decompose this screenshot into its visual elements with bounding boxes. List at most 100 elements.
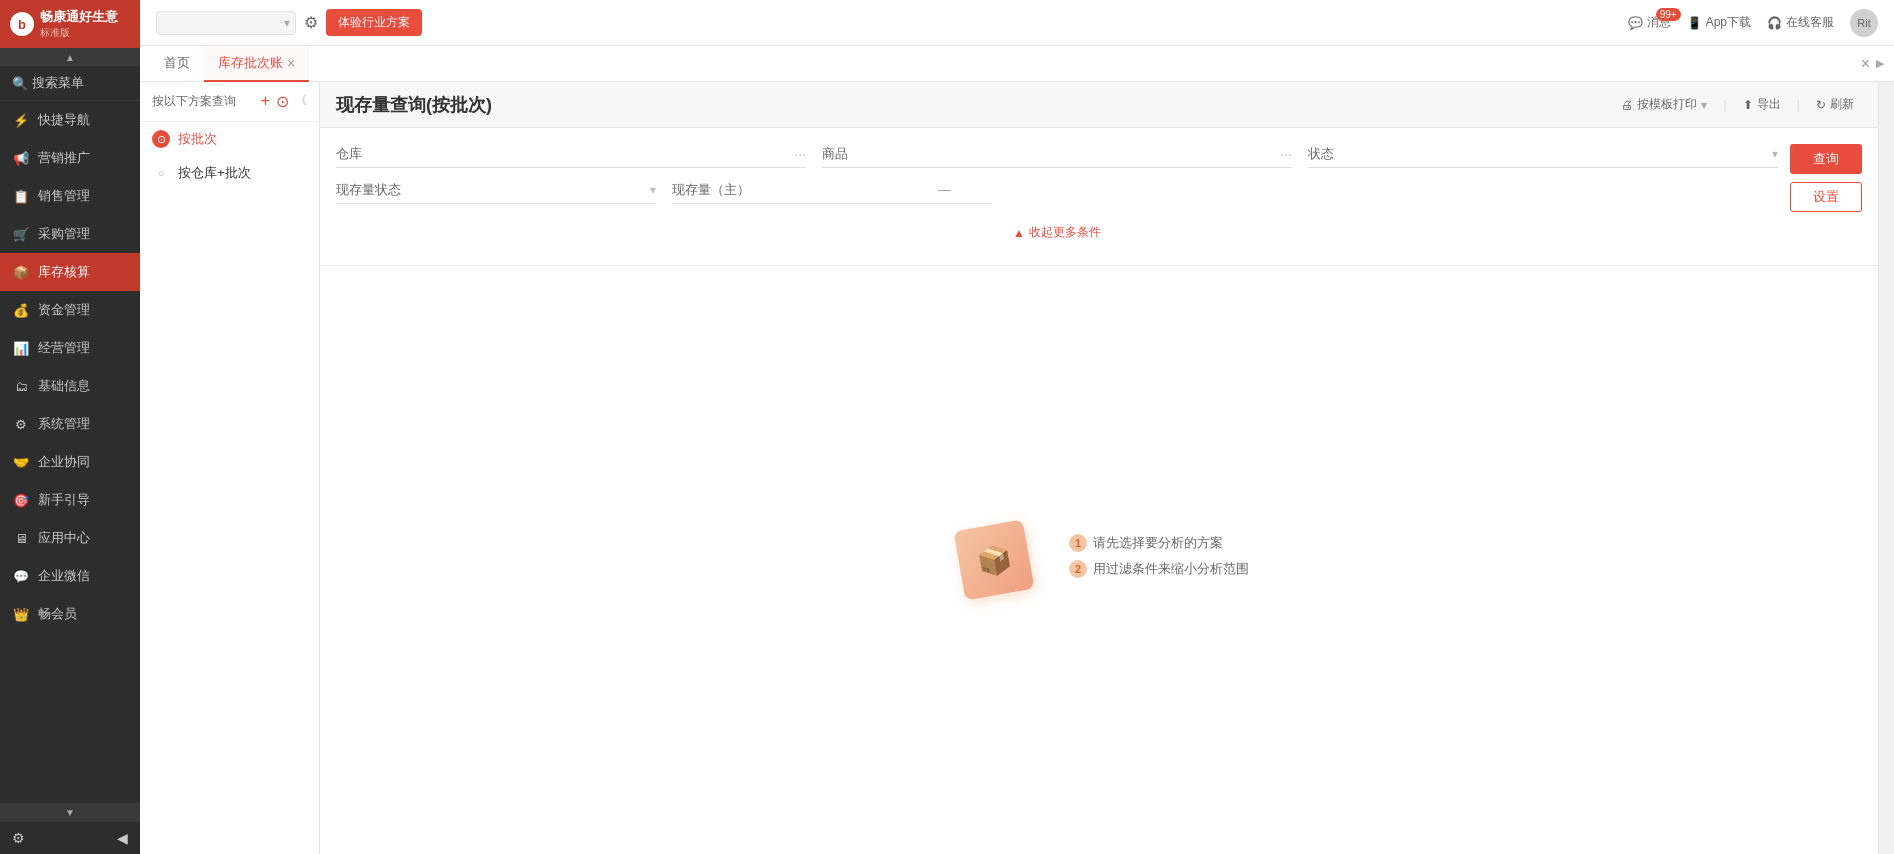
scheme-item-by-batch[interactable]: ⊙ 按批次 (140, 122, 319, 156)
goods-dots[interactable]: ··· (1280, 146, 1292, 162)
purchase-icon: 🛒 (12, 225, 30, 243)
refresh-btn[interactable]: ↻ 刷新 (1808, 92, 1862, 117)
filter-row-2: 现存量状态 ▾ 现存量（主） — (336, 180, 1778, 204)
inventory-status-label: 现存量状态 (336, 181, 401, 199)
tab-home[interactable]: 首页 (150, 46, 204, 82)
topbar-gear-icon[interactable]: ⚙ (304, 13, 318, 32)
print-dropdown-icon: ▾ (1701, 98, 1707, 112)
user-avatar-btn[interactable]: Rit (1850, 9, 1878, 37)
filter-row-1: 仓库 ··· 商品 ··· 状态 ▾ (336, 144, 1778, 168)
sidebar-item-basic-info[interactable]: 🗂 基础信息 (0, 367, 140, 405)
settings-btn[interactable]: 设置 (1790, 182, 1862, 212)
action-divider: | (1723, 97, 1726, 112)
tab-inventory-batch[interactable]: 库存批次账 × (204, 46, 309, 82)
scheme-active-icon: ⊙ (152, 130, 170, 148)
warehouse-dots[interactable]: ··· (794, 146, 806, 162)
sidebar-footer: ⚙ ◀ (0, 821, 140, 854)
query-btn[interactable]: 查询 (1790, 144, 1862, 174)
messages-btn[interactable]: 💬 消息 99+ (1628, 14, 1671, 31)
action-divider2: | (1797, 97, 1800, 112)
sidebar-item-app-center[interactable]: 🖥 应用中心 (0, 519, 140, 557)
sidebar-item-marketing[interactable]: 📢 营销推广 (0, 139, 140, 177)
panel-close-btn[interactable]: × (1861, 55, 1870, 73)
user-name-short: Rit (1857, 17, 1870, 29)
sidebar-item-label: 营销推广 (38, 149, 90, 167)
sidebar-item-label: 快捷导航 (38, 111, 90, 129)
sidebar-item-label: 经营管理 (38, 339, 90, 357)
sidebar-item-inventory[interactable]: 📦 库存核算 (0, 253, 140, 291)
inventory-qty-max[interactable] (959, 180, 1135, 199)
status-input[interactable] (1338, 144, 1768, 163)
collapse-up-icon: ▲ (1013, 226, 1025, 240)
sidebar-item-finance[interactable]: 💰 资金管理 (0, 291, 140, 329)
print-icon: 🖨 (1621, 98, 1633, 112)
sidebar-item-purchase[interactable]: 🛒 采购管理 (0, 215, 140, 253)
sidebar-search-label: 搜索菜单 (32, 74, 84, 92)
sidebar-item-sales[interactable]: 📋 销售管理 (0, 177, 140, 215)
customer-service-btn[interactable]: 🎧 在线客服 (1767, 14, 1834, 31)
app-title: 畅康通好生意 (40, 8, 118, 26)
export-icon: ⬆ (1743, 98, 1753, 112)
app-header-text: 畅康通好生意 标准版 (40, 8, 118, 40)
sidebar-item-enterprise-wx[interactable]: 💬 企业微信 (0, 557, 140, 595)
sidebar-item-label: 资金管理 (38, 301, 90, 319)
print-btn[interactable]: 🖨 按模板打印 ▾ (1613, 92, 1715, 117)
add-scheme-icon[interactable]: + (261, 92, 270, 111)
tab-scroll-icon[interactable]: ▶ (1876, 57, 1884, 70)
search-icon: 🔍 (12, 76, 28, 91)
quick-nav-icon: ⚡ (12, 111, 30, 129)
sidebar-scroll-up[interactable]: ▲ (0, 48, 140, 66)
sidebar-item-label: 企业微信 (38, 567, 90, 585)
warehouse-input[interactable] (366, 144, 790, 163)
inventory-status-col: 现存量状态 ▾ (336, 180, 656, 204)
status-arrow: ▾ (1772, 147, 1778, 161)
goods-input[interactable] (852, 144, 1276, 163)
filter-collapse-btn[interactable]: ▲ 收起更多条件 (336, 216, 1778, 249)
sidebar-item-system[interactable]: ⚙ 系统管理 (0, 405, 140, 443)
left-panel: 按以下方案查询 + ⊙ 《 ⊙ 按批次 ○ 按仓库+批次 (140, 82, 320, 854)
left-panel-header: 按以下方案查询 + ⊙ 《 (140, 82, 319, 122)
footer-collapse-icon[interactable]: ◀ (117, 830, 128, 846)
empty-tips: 1 请先选择要分析的方案 2 用过滤条件来缩小分析范围 (1069, 534, 1249, 586)
dropdown-icon: ▾ (284, 16, 290, 30)
inventory-status-input[interactable] (405, 180, 646, 199)
sidebar-scroll-down[interactable]: ▼ (0, 803, 140, 821)
message-icon: 💬 (1628, 16, 1643, 30)
goods-filter-col: 商品 ··· (822, 144, 1292, 168)
sidebar-item-label: 企业协同 (38, 453, 90, 471)
sidebar-item-newbie[interactable]: 🎯 新手引导 (0, 481, 140, 519)
scheme-settings-icon[interactable]: ⊙ (276, 92, 289, 111)
enterprise-collab-icon: 🤝 (12, 453, 30, 471)
sidebar-item-quick-nav[interactable]: ⚡ 快捷导航 (0, 101, 140, 139)
tip-text-2: 用过滤条件来缩小分析范围 (1093, 560, 1249, 578)
search-input[interactable] (156, 11, 296, 35)
sidebar-search-item[interactable]: 🔍 搜索菜单 (0, 66, 140, 101)
sidebar: b 畅康通好生意 标准版 ▲ 🔍 搜索菜单 ⚡ 快捷导航 📢 营销推广 📋 销售… (0, 0, 140, 854)
app-download-btn[interactable]: 📱 App下载 (1687, 14, 1751, 31)
collapse-panel-icon[interactable]: 《 (295, 92, 307, 111)
inventory-status-arrow: ▾ (650, 183, 656, 197)
inventory-qty-dash: — (934, 182, 955, 197)
member-icon: 👑 (12, 605, 30, 623)
inventory-qty-min[interactable] (754, 180, 930, 199)
left-panel-header-label: 按以下方案查询 (152, 93, 236, 110)
empty-state: 📦 1 请先选择要分析的方案 2 用过滤条件来缩小分析范围 (320, 266, 1878, 854)
scheme-by-wh-batch-label: 按仓库+批次 (178, 164, 251, 182)
collapse-label: 收起更多条件 (1029, 224, 1101, 241)
sales-icon: 📋 (12, 187, 30, 205)
app-logo: b (10, 12, 34, 36)
scheme-item-by-warehouse-batch[interactable]: ○ 按仓库+批次 (140, 156, 319, 190)
tip-num-2: 2 (1069, 560, 1087, 578)
filter-right-actions: 查询 设置 (1790, 144, 1862, 212)
tab-close-icon[interactable]: × (287, 56, 295, 70)
app-subtitle: 标准版 (40, 26, 118, 40)
topbar-right: 💬 消息 99+ 📱 App下载 🎧 在线客服 Rit (1628, 9, 1878, 37)
footer-settings-icon[interactable]: ⚙ (12, 830, 25, 846)
sidebar-item-enterprise-collab[interactable]: 🤝 企业协同 (0, 443, 140, 481)
sidebar-item-member[interactable]: 👑 畅会员 (0, 595, 140, 633)
right-panel: 现存量查询(按批次) 🖨 按模板打印 ▾ | ⬆ 导出 | ↻ (320, 82, 1878, 854)
experience-btn[interactable]: 体验行业方案 (326, 9, 422, 36)
export-btn[interactable]: ⬆ 导出 (1735, 92, 1789, 117)
sidebar-item-operations[interactable]: 📊 经营管理 (0, 329, 140, 367)
scheme-inactive-icon: ○ (152, 164, 170, 182)
